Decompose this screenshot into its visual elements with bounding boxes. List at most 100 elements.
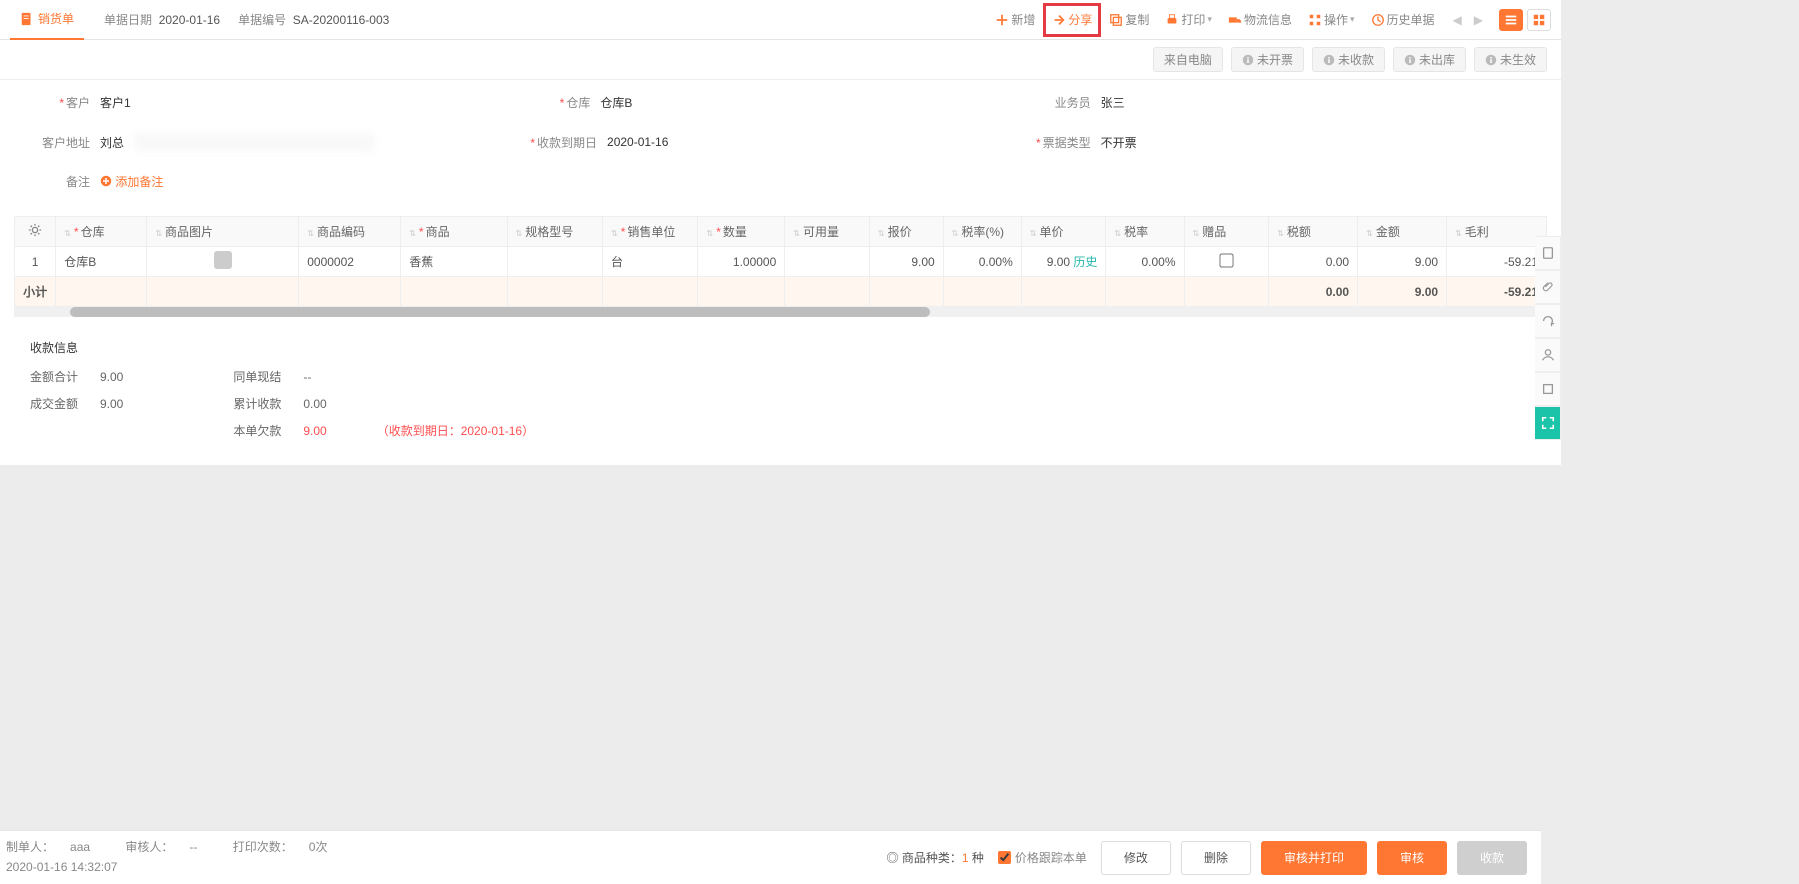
subtotal-profit: -59.21 bbox=[1447, 277, 1547, 307]
collect-button: 收款 bbox=[1457, 841, 1527, 875]
col-amount[interactable]: ⇅金额 bbox=[1358, 217, 1447, 247]
rail-expand[interactable] bbox=[1535, 406, 1561, 440]
form-section: *客户客户1 *仓库仓库B 业务员张三 客户地址刘总 *收款到期日2020-01… bbox=[0, 80, 1561, 216]
col-taxrate[interactable]: ⇅税率 bbox=[1106, 217, 1184, 247]
gear-icon bbox=[28, 223, 42, 237]
cell-disc[interactable]: 0.00% bbox=[943, 247, 1021, 277]
view-grid-button[interactable] bbox=[1527, 9, 1551, 31]
footer: 制单人：aaa 审核人：-- 打印次数：0次 2020-01-16 14:32:… bbox=[0, 830, 1541, 884]
col-unit[interactable]: ⇅*销售单位 bbox=[603, 217, 698, 247]
col-image[interactable]: ⇅商品图片 bbox=[147, 217, 299, 247]
cell-qty[interactable]: 1.00000 bbox=[698, 247, 785, 277]
cell-code[interactable]: 0000002 bbox=[299, 247, 401, 277]
tab-sales-order[interactable]: 销货单 bbox=[10, 0, 84, 40]
product-thumb bbox=[214, 251, 232, 269]
prev-button[interactable]: ◀ bbox=[1449, 13, 1466, 27]
field-address: 客户地址刘总 bbox=[30, 133, 530, 151]
cell-image[interactable] bbox=[147, 247, 299, 277]
footer-time: 2020-01-16 14:32:07 bbox=[6, 858, 359, 877]
add-button[interactable]: 新增 bbox=[987, 0, 1043, 40]
subtotal-row: 小计 0.00 9.00 -59.21 bbox=[15, 277, 1547, 307]
logistics-button[interactable]: 物流信息 bbox=[1220, 0, 1300, 40]
cell-taxr[interactable]: 0.00% bbox=[1106, 247, 1184, 277]
tab-title: 销货单 bbox=[38, 10, 74, 27]
col-gift[interactable]: ⇅赠品 bbox=[1184, 217, 1269, 247]
history-button[interactable]: 历史单据 bbox=[1363, 0, 1443, 40]
cell-product[interactable]: 香蕉 bbox=[401, 247, 507, 277]
col-code[interactable]: ⇅商品编码 bbox=[299, 217, 401, 247]
refresh-icon bbox=[1541, 314, 1555, 328]
col-warehouse[interactable]: ⇅*仓库 bbox=[56, 217, 147, 247]
next-button[interactable]: ▶ bbox=[1470, 13, 1487, 27]
badge-source: 来自电脑 bbox=[1153, 47, 1223, 72]
view-list-button[interactable] bbox=[1499, 9, 1523, 31]
payment-info: 收款信息 金额合计9.00 成交金额9.00 同单现结-- 累计收款0.00 本… bbox=[0, 323, 1561, 465]
gift-checkbox[interactable] bbox=[1219, 253, 1233, 267]
price-follow-check[interactable]: 价格跟踪本单 bbox=[998, 849, 1087, 866]
note-icon bbox=[1541, 246, 1555, 260]
cell-avail bbox=[785, 247, 870, 277]
acc-row: 累计收款0.00 bbox=[233, 395, 534, 412]
cell-quote[interactable]: 9.00 bbox=[869, 247, 943, 277]
subtotal-taxamt: 0.00 bbox=[1269, 277, 1358, 307]
col-product[interactable]: ⇅*商品 bbox=[401, 217, 507, 247]
plus-icon bbox=[995, 13, 1009, 27]
cell-spec[interactable] bbox=[507, 247, 602, 277]
col-spec[interactable]: ⇅规格型号 bbox=[507, 217, 602, 247]
cell-profit: -59.21 bbox=[1447, 247, 1547, 277]
field-remark: 备注 添加备注 bbox=[30, 173, 530, 190]
cell-gift[interactable] bbox=[1184, 247, 1269, 277]
follow-checkbox[interactable] bbox=[998, 851, 1011, 864]
table-header: ⇅*仓库 ⇅商品图片 ⇅商品编码 ⇅*商品 ⇅规格型号 ⇅*销售单位 ⇅*数量 … bbox=[15, 217, 1547, 247]
doc-date: 单据日期 2020-01-16 bbox=[104, 11, 220, 28]
rail-attach[interactable] bbox=[1535, 270, 1561, 304]
print-button[interactable]: 打印▾ bbox=[1157, 0, 1220, 40]
operate-button[interactable]: 操作▾ bbox=[1300, 0, 1363, 40]
print-icon bbox=[1165, 13, 1179, 27]
edit-button[interactable]: 修改 bbox=[1101, 841, 1171, 875]
audit-print-button[interactable]: 审核并打印 bbox=[1261, 841, 1367, 875]
add-remark-link[interactable]: 添加备注 bbox=[100, 173, 163, 190]
rail-refresh[interactable] bbox=[1535, 304, 1561, 338]
badge-uninvoiced[interactable]: 未开票 bbox=[1231, 47, 1304, 72]
truck-icon bbox=[1228, 13, 1242, 27]
doc-icon bbox=[20, 12, 34, 26]
total-row: 金额合计9.00 bbox=[30, 368, 123, 385]
field-salesman: 业务员张三 bbox=[1031, 94, 1531, 111]
col-taxamt[interactable]: ⇅税额 bbox=[1269, 217, 1358, 247]
col-profit[interactable]: ⇅毛利 bbox=[1447, 217, 1547, 247]
history-icon bbox=[1371, 13, 1385, 27]
rail-note[interactable] bbox=[1535, 236, 1561, 270]
cell-unit[interactable]: 台 bbox=[603, 247, 698, 277]
cell-warehouse[interactable]: 仓库B bbox=[56, 247, 147, 277]
delete-button[interactable]: 删除 bbox=[1181, 841, 1251, 875]
field-duedate: *收款到期日2020-01-16 bbox=[530, 133, 1030, 151]
box-icon bbox=[1541, 382, 1555, 396]
view-toggle bbox=[1499, 9, 1551, 31]
rail-user[interactable] bbox=[1535, 338, 1561, 372]
share-button[interactable]: 分享 bbox=[1043, 3, 1101, 37]
col-qty[interactable]: ⇅*数量 bbox=[698, 217, 785, 247]
col-quote[interactable]: ⇅报价 bbox=[869, 217, 943, 247]
grid-icon bbox=[1308, 13, 1322, 27]
field-customer: *客户客户1 bbox=[30, 94, 530, 111]
badge-ineffect[interactable]: 未生效 bbox=[1474, 47, 1547, 72]
settings-col[interactable] bbox=[15, 217, 56, 247]
badge-unship[interactable]: 未出库 bbox=[1393, 47, 1466, 72]
badge-unpaid[interactable]: 未收款 bbox=[1312, 47, 1385, 72]
footer-info: 制单人：aaa 审核人：-- 打印次数：0次 2020-01-16 14:32:… bbox=[6, 838, 359, 876]
field-warehouse: *仓库仓库B bbox=[530, 94, 1030, 111]
copy-button[interactable]: 复制 bbox=[1101, 0, 1157, 40]
col-discount[interactable]: ⇅税率(%) bbox=[943, 217, 1021, 247]
cell-price[interactable]: 9.00 历史 bbox=[1021, 247, 1106, 277]
col-avail[interactable]: ⇅可用量 bbox=[785, 217, 870, 247]
horizontal-scrollbar[interactable] bbox=[14, 307, 1547, 317]
line-items-table: ⇅*仓库 ⇅商品图片 ⇅商品编码 ⇅*商品 ⇅规格型号 ⇅*销售单位 ⇅*数量 … bbox=[0, 216, 1561, 323]
history-link[interactable]: 历史 bbox=[1073, 255, 1097, 269]
rail-box[interactable] bbox=[1535, 372, 1561, 406]
list-icon bbox=[1504, 13, 1518, 27]
audit-button[interactable]: 审核 bbox=[1377, 841, 1447, 875]
col-price[interactable]: ⇅单价 bbox=[1021, 217, 1106, 247]
copy-icon bbox=[1109, 13, 1123, 27]
table-row[interactable]: 1 仓库B 0000002 香蕉 台 1.00000 9.00 0.00% 9.… bbox=[15, 247, 1547, 277]
